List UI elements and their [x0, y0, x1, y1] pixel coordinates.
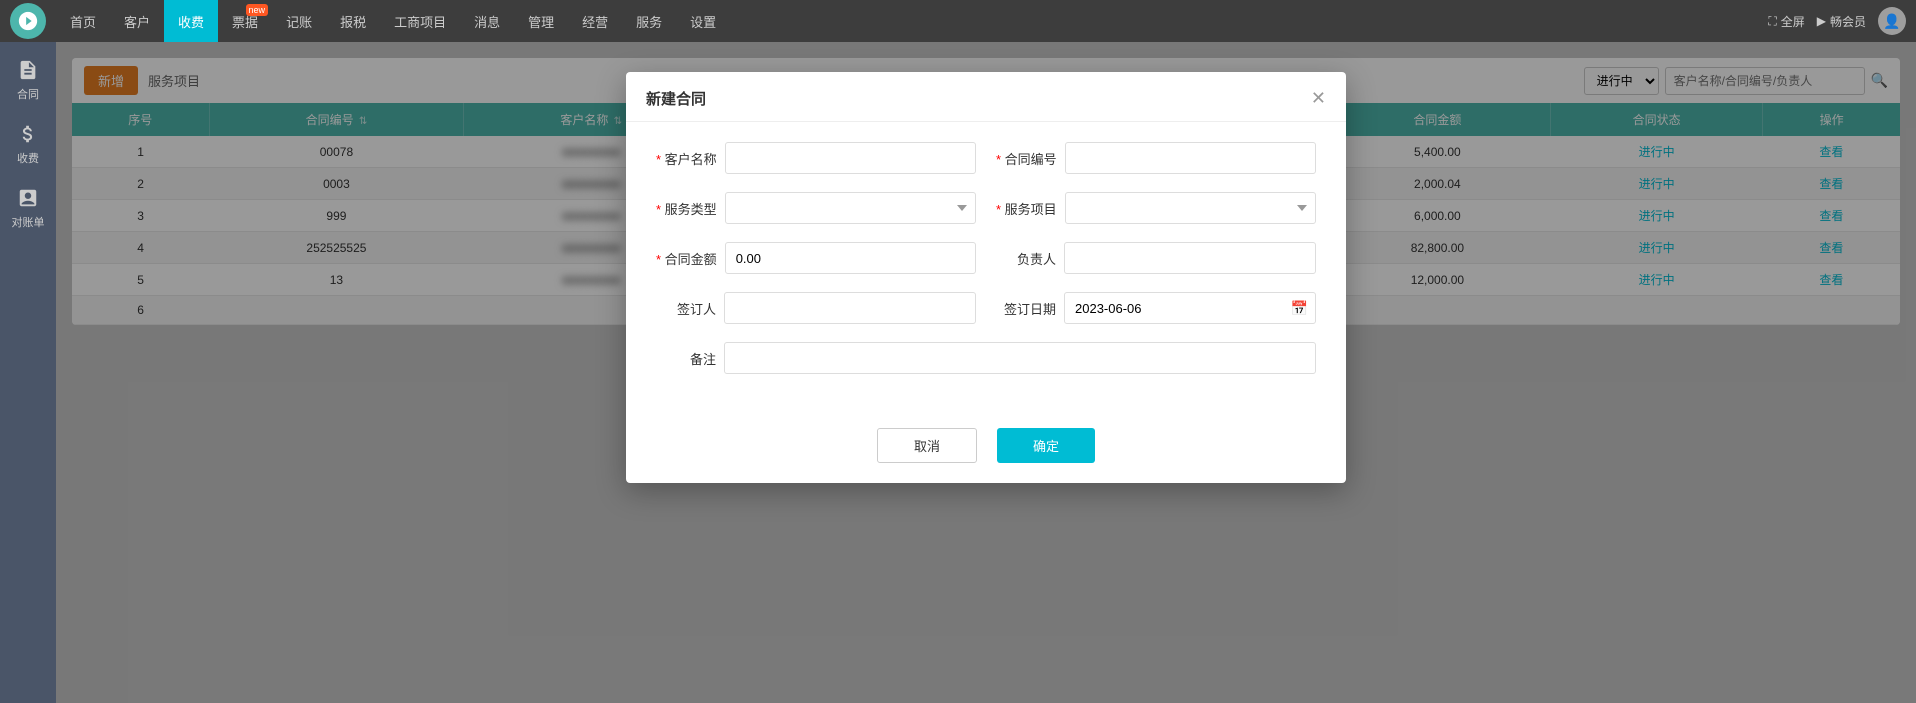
- amount-input[interactable]: [725, 242, 976, 274]
- nav-shezhi[interactable]: 设置: [676, 0, 730, 42]
- note-label: 备注: [656, 349, 716, 368]
- content-area: 新增 服务项目 进行中 已完成 已终止 🔍 序号 合同编号 ⇅: [56, 42, 1916, 703]
- sign-date-wrapper: 📅: [1064, 292, 1316, 324]
- sidebar-item-shoufei[interactable]: 收费: [2, 114, 54, 174]
- app-logo: [10, 3, 46, 39]
- modal-body: 客户名称 合同编号 服务类型: [626, 122, 1346, 412]
- nav-customer[interactable]: 客户: [110, 0, 164, 42]
- nav-shoufei[interactable]: 收费: [164, 0, 218, 42]
- modal-overlay: 新建合同 ✕ 客户名称 合同编号: [56, 42, 1916, 703]
- form-group-signer: 签订人: [656, 292, 976, 324]
- avatar[interactable]: 👤: [1878, 7, 1906, 35]
- confirm-button[interactable]: 确定: [997, 428, 1095, 463]
- form-row-1: 客户名称 合同编号: [656, 142, 1316, 174]
- form-group-responsible: 负责人: [996, 242, 1316, 274]
- nav-baoshui[interactable]: 报税: [326, 0, 380, 42]
- sign-date-label: 签订日期: [996, 299, 1056, 318]
- nav-xiaoxi[interactable]: 消息: [460, 0, 514, 42]
- sign-date-input[interactable]: [1064, 292, 1316, 324]
- sidebar: 合同 收费 对账单: [0, 42, 56, 703]
- form-group-note: 备注: [656, 342, 1316, 374]
- fee-icon: [16, 122, 40, 146]
- nav-guanli[interactable]: 管理: [514, 0, 568, 42]
- new-badge: new: [246, 4, 269, 16]
- form-group-amount: 合同金额: [656, 242, 976, 274]
- responsible-label: 负责人: [996, 249, 1056, 268]
- form-group-service-item: 服务项目: [996, 192, 1316, 224]
- modal-header: 新建合同 ✕: [626, 72, 1346, 122]
- nav-right: ⛶ 全屏 ▶ 畅会员 👤: [1768, 7, 1906, 35]
- main-layout: 合同 收费 对账单 新增 服务项目 进行中 已完成: [0, 42, 1916, 703]
- service-type-select[interactable]: [725, 192, 976, 224]
- nav-piaoju[interactable]: 票据 new: [218, 0, 272, 42]
- signer-label: 签订人: [656, 299, 716, 318]
- customer-name-input[interactable]: [725, 142, 976, 174]
- amount-label: 合同金额: [656, 249, 717, 268]
- fullscreen-icon: ⛶: [1768, 14, 1776, 29]
- form-row-2: 服务类型 服务项目: [656, 192, 1316, 224]
- modal-title: 新建合同: [646, 88, 706, 109]
- member-button[interactable]: ▶ 畅会员: [1817, 13, 1866, 30]
- note-input[interactable]: [724, 342, 1316, 374]
- form-row-5: 备注: [656, 342, 1316, 374]
- sidebar-item-hetong[interactable]: 合同: [2, 50, 54, 110]
- play-icon: ▶: [1817, 14, 1826, 28]
- contract-icon: [16, 58, 40, 82]
- form-row-3: 合同金额 负责人: [656, 242, 1316, 274]
- statement-icon: [16, 186, 40, 210]
- form-group-sign-date: 签订日期 📅: [996, 292, 1316, 324]
- calendar-icon[interactable]: 📅: [1291, 300, 1308, 317]
- fullscreen-button[interactable]: ⛶ 全屏: [1768, 13, 1804, 30]
- sidebar-item-label-duizhangdan: 对账单: [12, 214, 45, 230]
- form-row-4: 签订人 签订日期 📅: [656, 292, 1316, 324]
- modal-new-contract: 新建合同 ✕ 客户名称 合同编号: [626, 72, 1346, 483]
- customer-name-label: 客户名称: [656, 149, 717, 168]
- contract-no-label: 合同编号: [996, 149, 1057, 168]
- form-group-contract-no: 合同编号: [996, 142, 1316, 174]
- responsible-input[interactable]: [1064, 242, 1316, 274]
- sidebar-item-label-hetong: 合同: [17, 86, 39, 102]
- form-group-customer: 客户名称: [656, 142, 976, 174]
- nav-items: 首页 客户 收费 票据 new 记账 报税 工商项目 消息 管理 经营 服务 设…: [56, 0, 1768, 42]
- contract-no-input[interactable]: [1065, 142, 1316, 174]
- service-type-label: 服务类型: [656, 199, 717, 218]
- cancel-button[interactable]: 取消: [877, 428, 977, 463]
- modal-close-button[interactable]: ✕: [1311, 88, 1326, 109]
- top-navigation: 首页 客户 收费 票据 new 记账 报税 工商项目 消息 管理 经营 服务 设…: [0, 0, 1916, 42]
- signer-input[interactable]: [724, 292, 976, 324]
- nav-jizhan[interactable]: 记账: [272, 0, 326, 42]
- nav-jingying[interactable]: 经营: [568, 0, 622, 42]
- modal-footer: 取消 确定: [626, 412, 1346, 483]
- service-item-select[interactable]: [1065, 192, 1316, 224]
- service-item-label: 服务项目: [996, 199, 1057, 218]
- nav-home[interactable]: 首页: [56, 0, 110, 42]
- sidebar-item-label-shoufei: 收费: [17, 150, 39, 166]
- sidebar-item-duizhangdan[interactable]: 对账单: [2, 178, 54, 238]
- form-group-service-type: 服务类型: [656, 192, 976, 224]
- nav-fuwu[interactable]: 服务: [622, 0, 676, 42]
- nav-gongshang[interactable]: 工商项目: [380, 0, 460, 42]
